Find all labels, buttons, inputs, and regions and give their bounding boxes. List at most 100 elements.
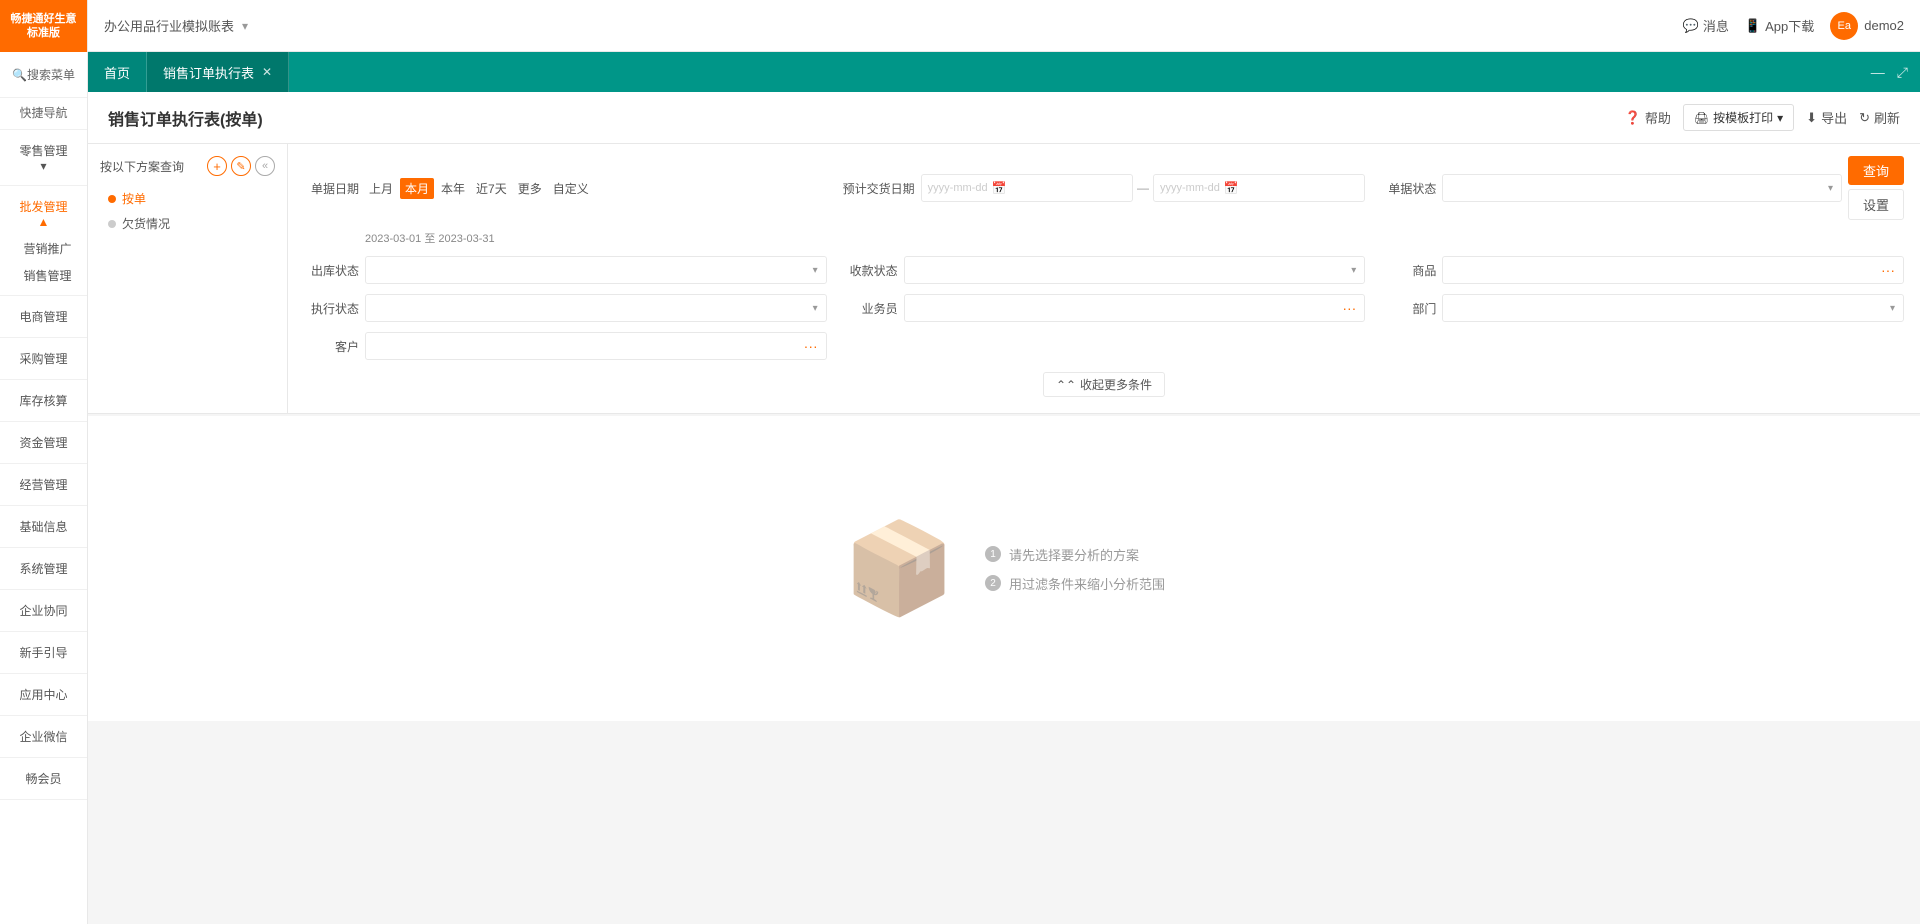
goods-select[interactable]: ··· [1442,256,1904,284]
date-tab-custom[interactable]: 自定义 [549,178,593,199]
expected-date-label: 预计交货日期 [843,180,915,197]
page-actions: ❓ 帮助 🖨 按模板打印 ▾ ⬇ 导出 ↻ 刷新 [1625,104,1900,131]
bill-status-select[interactable]: ▾ [1442,174,1842,202]
sidebar-item-operation[interactable]: 经营管理 [0,470,87,499]
nav-active-dot [108,195,116,203]
collapse-up-icon: ⌃⌃ [1056,378,1076,392]
tip-1-num: 1 [985,546,1001,562]
sidebar-item-ecommerce[interactable]: 电商管理 [0,302,87,331]
app-download-btn[interactable]: 📱 App下载 [1745,16,1814,35]
date-tab-this-month[interactable]: 本月 [400,178,434,199]
refresh-btn[interactable]: ↻ 刷新 [1859,108,1900,127]
app-logo[interactable]: 畅捷通好生意 标准版 [0,0,87,52]
logo-text: 畅捷通好生意 [11,12,77,26]
print-icon: 🖨 [1694,111,1709,125]
sidebar-section-system: 系统管理 [0,548,87,590]
sidebar-section-appstore: 应用中心 [0,674,87,716]
sidebar-search[interactable]: 🔍 搜索菜单 [0,52,87,98]
date-tab-more[interactable]: 更多 [514,178,546,199]
print-btn[interactable]: 🖨 按模板打印 ▾ [1683,104,1794,131]
filter-row-3: 执行状态 ▾ 业务员 ··· [304,294,1904,322]
collect-status-select[interactable]: ▾ [904,256,1366,284]
sidebar-item-wechat[interactable]: 企业微信 [0,722,87,751]
filter-row-4: 客户 ··· [304,332,1904,360]
tip-2-text: 用过滤条件来缩小分析范围 [1009,574,1165,593]
user-profile[interactable]: Ea demo2 [1830,12,1904,40]
bill-status-arrow: ▾ [1828,183,1833,194]
sidebar-sub-sales[interactable]: 销售管理 [8,262,87,289]
ecommerce-label: 电商管理 [19,308,67,325]
help-label: 帮助 [1645,108,1671,127]
dept-arrow: ▾ [1890,303,1895,314]
goods-dots-icon: ··· [1881,262,1895,278]
reset-btn[interactable]: 设置 [1848,189,1904,220]
dept-label: 部门 [1381,300,1436,317]
add-scheme-btn[interactable]: + [207,156,227,176]
collapse-btn[interactable]: ⌃⌃ 收起更多条件 [1043,372,1165,397]
salesman-label: 业务员 [843,300,898,317]
sidebar-section-newbie: 新手引导 [0,632,87,674]
query-btn[interactable]: 查询 [1848,156,1904,185]
dept-field: 部门 ▾ [1381,294,1904,322]
date-tab-7days[interactable]: 近7天 [472,178,511,199]
export-btn[interactable]: ⬇ 导出 [1806,108,1847,127]
print-arrow-icon: ▾ [1777,111,1783,125]
exec-status-arrow: ▾ [813,303,818,314]
sidebar-item-newbie[interactable]: 新手引导 [0,638,87,667]
sidebar-item-basics[interactable]: 基础信息 [0,512,87,541]
scheme-actions: + ✎ « [207,156,275,176]
customer-select[interactable]: ··· [365,332,827,360]
search-menu-item[interactable]: 🔍 搜索菜单 [8,62,79,87]
salesman-select[interactable]: ··· [904,294,1366,322]
topbar-title: 办公用品行业模拟账表 [104,16,234,35]
filter-row-2: 出库状态 ▾ 收款状态 ▾ [304,256,1904,284]
topbar-dropdown-arrow[interactable]: ▾ [242,19,248,33]
expected-date-start[interactable]: yyyy-mm-dd 📅 [921,174,1133,202]
sidebar-item-wholesale[interactable]: 批发管理 ▲ [0,192,87,235]
bill-status-label: 单据状态 [1381,180,1436,197]
sidebar-section-wechat: 企业微信 [0,716,87,758]
calendar-icon-2: 📅 [1224,181,1239,195]
tab-minimize-icon[interactable]: — [1867,60,1889,84]
salesman-field: 业务员 ··· [843,294,1366,322]
page-title: 销售订单执行表(按单) [108,106,263,130]
sidebar-item-corp[interactable]: 企业协同 [0,596,87,625]
edit-scheme-btn[interactable]: ✎ [231,156,251,176]
sidebar-item-retail[interactable]: 零售管理 ▾ [0,136,87,179]
sidebar-section-ecommerce: 电商管理 [0,296,87,338]
sidebar-item-finance[interactable]: 资金管理 [0,428,87,457]
sidebar-item-purchase[interactable]: 采购管理 [0,344,87,373]
sidebar-item-vip[interactable]: 畅会员 [0,764,87,793]
nav-inactive-dot [108,220,116,228]
purchase-label: 采购管理 [19,350,67,367]
tab-maximize-icon[interactable]: ⤢ [1893,60,1912,85]
sidebar-item-system[interactable]: 系统管理 [0,554,87,583]
print-label: 按模板打印 [1713,109,1773,126]
system-label: 系统管理 [19,560,67,577]
collapse-scheme-btn[interactable]: « [255,156,275,176]
expected-date-start-text: yyyy-mm-dd [928,182,988,194]
customer-dots-icon: ··· [804,338,818,354]
sidebar-item-appstore[interactable]: 应用中心 [0,680,87,709]
message-btn[interactable]: 💬 消息 [1683,16,1729,35]
help-btn[interactable]: ❓ 帮助 [1625,108,1671,127]
nav-by-order[interactable]: 按单 [100,186,275,211]
retail-arrow: ▾ [40,159,46,173]
nav-backorder[interactable]: 欠货情况 [100,211,275,236]
dept-select[interactable]: ▾ [1442,294,1904,322]
sidebar-item-inventory[interactable]: 库存核算 [0,386,87,415]
tab-sales-exec-label: 销售订单执行表 [163,63,254,82]
export-icon: ⬇ [1806,110,1817,126]
expected-date-range: yyyy-mm-dd 📅 — yyyy-mm-dd 📅 [921,174,1366,202]
date-tab-this-year[interactable]: 本年 [437,178,469,199]
tab-sales-exec[interactable]: 销售订单执行表 ✕ [147,52,289,92]
out-status-select[interactable]: ▾ [365,256,827,284]
tab-home[interactable]: 首页 [88,52,147,92]
tab-close-icon[interactable]: ✕ [262,65,272,79]
sidebar-quicknav[interactable]: 快捷导航 [0,98,87,130]
exec-status-select[interactable]: ▾ [365,294,827,322]
expected-date-end[interactable]: yyyy-mm-dd 📅 [1153,174,1365,202]
date-tab-last-month[interactable]: 上月 [365,178,397,199]
calendar-icon-1: 📅 [992,181,1007,195]
sidebar-sub-marketing[interactable]: 营销推广 [8,235,87,262]
